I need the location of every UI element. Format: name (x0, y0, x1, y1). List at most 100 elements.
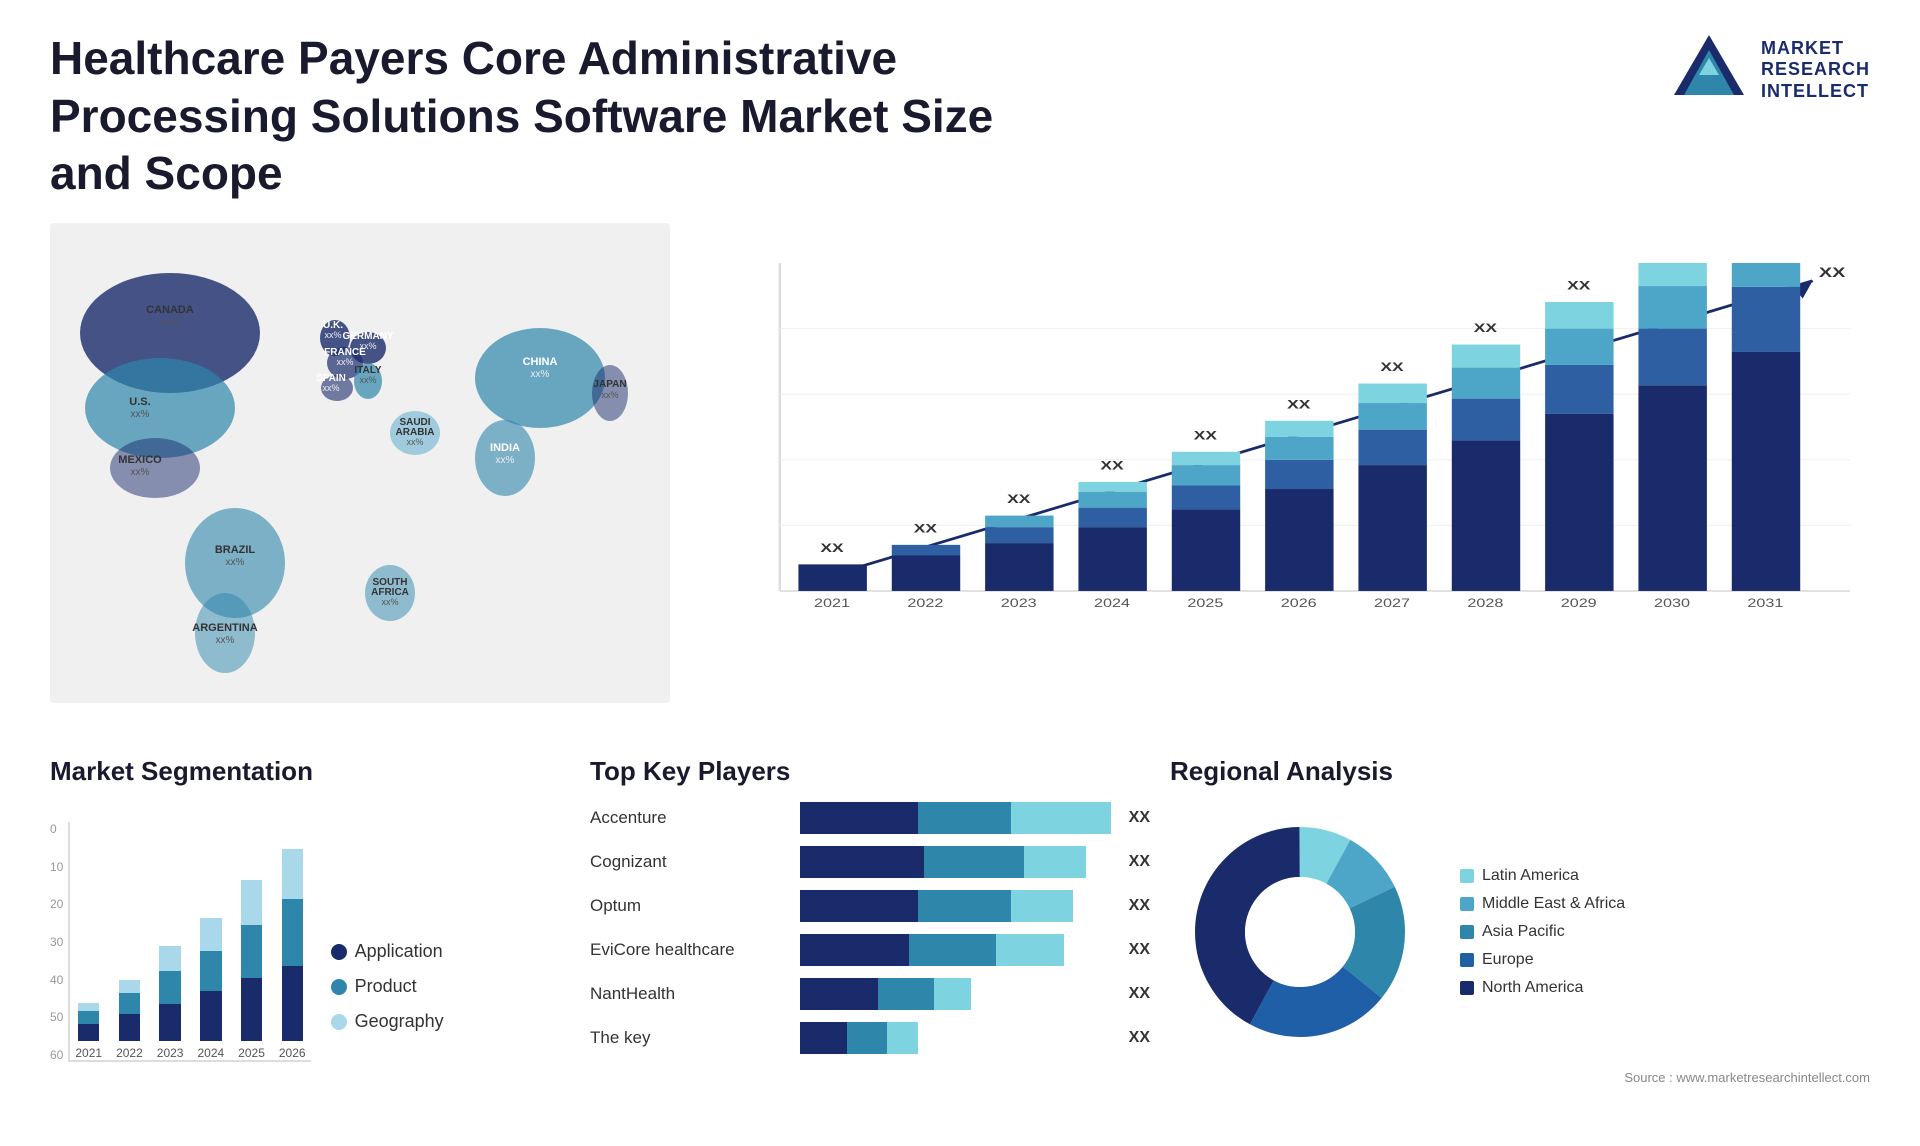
donut-chart (1170, 802, 1430, 1062)
content-area: CANADA xx% U.S. xx% MEXICO xx% BRAZIL xx… (50, 223, 1870, 737)
svg-text:xx%: xx% (216, 635, 235, 646)
svg-text:XX: XX (1567, 278, 1590, 292)
regional-label-europe: Europe (1482, 951, 1534, 969)
reg-dot-europe (1460, 953, 1474, 967)
svg-text:xx%: xx% (601, 390, 618, 400)
svg-text:2022: 2022 (907, 596, 943, 609)
legend-item-product: Product (331, 976, 444, 997)
segmentation-section: Market Segmentation 60 50 40 30 20 10 0 (50, 756, 570, 1116)
bar-chart-svg: XX XX 2021 XX 2022 XX 2023 (730, 263, 1850, 653)
svg-text:xx%: xx% (161, 317, 180, 328)
svg-text:XX: XX (820, 541, 843, 555)
regional-legend-item-northamerica: North America (1460, 979, 1625, 997)
svg-text:XX: XX (1194, 428, 1217, 442)
bottom-area: Market Segmentation 60 50 40 30 20 10 0 (50, 756, 1870, 1116)
svg-text:2028: 2028 (1467, 596, 1503, 609)
reg-dot-latin (1460, 869, 1474, 883)
seg-bar-group: 2022 (116, 974, 143, 1060)
legend-item-application: Application (331, 941, 444, 962)
svg-text:xx%: xx% (226, 557, 245, 568)
player-xx: XX (1129, 897, 1150, 915)
seg-content: 60 50 40 30 20 10 0 (50, 802, 570, 1062)
player-bar (800, 934, 1111, 966)
player-row-accenture: Accenture XX (590, 802, 1150, 834)
svg-text:xx%: xx% (336, 357, 353, 367)
svg-text:xx%: xx% (359, 341, 376, 351)
player-xx: XX (1129, 853, 1150, 871)
regional-title: Regional Analysis (1170, 756, 1870, 787)
player-xx: XX (1129, 1029, 1150, 1047)
player-xx: XX (1129, 809, 1150, 827)
svg-text:xx%: xx% (406, 437, 423, 447)
legend-dot-product (331, 979, 347, 995)
header: Healthcare Payers Core Administrative Pr… (50, 30, 1870, 203)
svg-text:xx%: xx% (322, 383, 339, 393)
svg-text:MEXICO: MEXICO (118, 454, 162, 466)
seg-bar-group: 2021 (75, 999, 102, 1060)
player-name: Cognizant (590, 852, 790, 872)
players-title: Top Key Players (590, 756, 1150, 787)
svg-text:XX: XX (1380, 360, 1403, 374)
regional-legend-item-europe: Europe (1460, 951, 1625, 969)
player-bar (800, 846, 1111, 878)
svg-text:XX: XX (914, 521, 937, 535)
legend-dot-geography (331, 1014, 347, 1030)
reg-dot-apac (1460, 925, 1474, 939)
regional-label-latin: Latin America (1482, 867, 1579, 885)
regional-legend-item-latin: Latin America (1460, 867, 1625, 885)
regional-legend-item-apac: Asia Pacific (1460, 923, 1625, 941)
legend-label-geography: Geography (355, 1011, 444, 1032)
regional-section: Regional Analysis (1170, 756, 1870, 1116)
svg-text:2026: 2026 (1281, 596, 1317, 609)
player-bar (800, 978, 1111, 1010)
svg-text:INDIA: INDIA (490, 442, 520, 454)
svg-text:JAPAN: JAPAN (593, 379, 626, 390)
legend-item-geography: Geography (331, 1011, 444, 1032)
svg-text:2024: 2024 (1094, 596, 1130, 609)
seg-bars-area: 2021 2022 (68, 822, 310, 1062)
player-name: EviCore healthcare (590, 940, 790, 960)
player-name: Accenture (590, 808, 790, 828)
seg-bar-group: 2026 (279, 841, 306, 1060)
svg-text:xx%: xx% (381, 597, 398, 607)
regional-label-northamerica: North America (1482, 979, 1583, 997)
svg-text:xx%: xx% (324, 330, 341, 340)
player-name: NantHealth (590, 984, 790, 1004)
regional-label-mea: Middle East & Africa (1482, 895, 1625, 913)
svg-text:ARGENTINA: ARGENTINA (192, 622, 257, 634)
svg-text:BRAZIL: BRAZIL (215, 544, 256, 556)
reg-dot-mea (1460, 897, 1474, 911)
source-text: Source : www.marketresearchintellect.com (1170, 1070, 1870, 1085)
player-xx: XX (1129, 985, 1150, 1003)
player-row-thekey: The key XX (590, 1022, 1150, 1054)
logo-text: MARKET RESEARCH INTELLECT (1761, 38, 1870, 103)
page-title: Healthcare Payers Core Administrative Pr… (50, 30, 1050, 203)
seg-bar-group: 2023 (157, 941, 184, 1060)
player-row-optum: Optum XX (590, 890, 1150, 922)
svg-text:xx%: xx% (359, 375, 376, 385)
seg-bar-group: 2024 (197, 908, 224, 1060)
svg-text:xx%: xx% (131, 409, 150, 420)
player-xx: XX (1129, 941, 1150, 959)
regional-label-apac: Asia Pacific (1482, 923, 1565, 941)
svg-text:2031: 2031 (1747, 596, 1783, 609)
regional-legend: Latin America Middle East & Africa Asia … (1460, 867, 1625, 997)
svg-text:2027: 2027 (1374, 596, 1410, 609)
player-row-cognizant: Cognizant XX (590, 846, 1150, 878)
svg-text:XX: XX (1819, 264, 1846, 280)
legend-label-application: Application (355, 941, 443, 962)
map-section: CANADA xx% U.S. xx% MEXICO xx% BRAZIL xx… (50, 223, 670, 703)
svg-text:xx%: xx% (531, 369, 550, 380)
legend-dot-application (331, 944, 347, 960)
player-bar (800, 1022, 1111, 1054)
svg-text:xx%: xx% (131, 467, 150, 478)
player-bar (800, 802, 1111, 834)
player-row-evicore: EviCore healthcare XX (590, 934, 1150, 966)
svg-text:2025: 2025 (1187, 596, 1223, 609)
svg-text:XX: XX (1007, 492, 1030, 506)
svg-text:CANADA: CANADA (146, 304, 194, 316)
world-map: CANADA xx% U.S. xx% MEXICO xx% BRAZIL xx… (50, 223, 670, 703)
donut-container: Latin America Middle East & Africa Asia … (1170, 802, 1870, 1062)
legend-label-product: Product (355, 976, 417, 997)
player-name: Optum (590, 896, 790, 916)
